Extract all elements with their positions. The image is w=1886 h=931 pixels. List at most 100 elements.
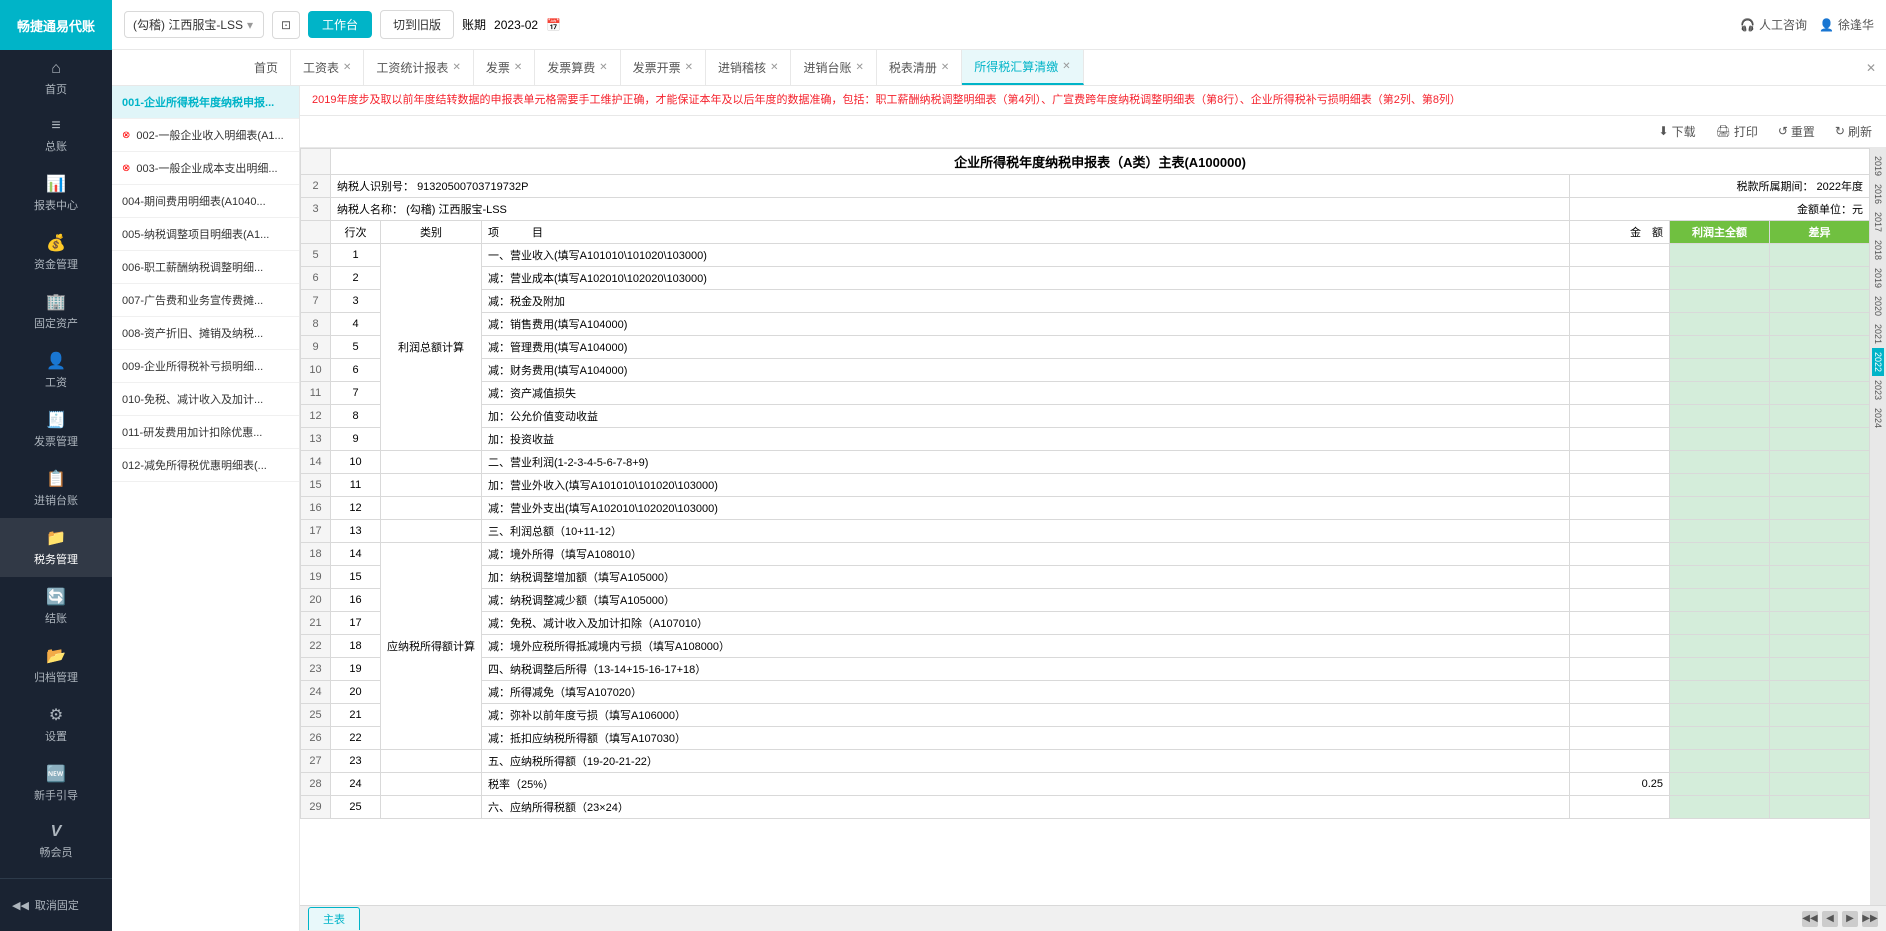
year-2016[interactable]: 2016 [1872,180,1884,208]
sidebar-item-finance[interactable]: 💰 资金管理 [0,223,112,282]
tabbar-close-all[interactable]: ✕ [1856,50,1886,85]
year-2021[interactable]: 2021 [1872,320,1884,348]
left-panel-item-002[interactable]: ⊗ 002-一般企业收入明细表(A1... [112,119,299,152]
tab-audit-close[interactable]: ✕ [770,62,778,73]
table-row: 18 14 应纳税所得额计算 减：境外所得（填写A108010） [301,542,1870,565]
calendar-icon[interactable]: 📅 [546,18,561,32]
left-panel-item-009[interactable]: 009-企业所得税补亏损明细... [112,350,299,383]
tab-payroll-close[interactable]: ✕ [343,62,351,73]
table-row: 27 23 五、应纳税所得额（19-20-21-22） [301,749,1870,772]
sidebar-item-payroll[interactable]: 👤 工资 [0,341,112,400]
sidebar-item-archive[interactable]: 📂 归档管理 [0,636,112,695]
spreadsheet-container: 企业所得税年度纳税申报表（A类）主表(A100000) 2 纳税人识别号： 91… [300,148,1886,906]
refresh-button[interactable]: ↻ 刷新 [1829,120,1878,143]
tab-invoice-open-close[interactable]: ✕ [685,62,693,73]
switch-old-button[interactable]: 切到旧版 [380,10,454,39]
sidebar-item-member[interactable]: V 畅会员 [0,813,112,870]
year-2019-top[interactable]: 2019 [1872,152,1884,180]
sidebar-item-label: 固定资产 [34,315,78,331]
left-panel-item-008[interactable]: 008-资产折旧、摊销及纳税... [112,317,299,350]
tab-purchase-ledger[interactable]: 进销台账✕ [791,50,876,85]
left-panel-item-005[interactable]: 005-纳税调整项目明细表(A1... [112,218,299,251]
tab-invoice-calc-close[interactable]: ✕ [599,62,607,73]
warning-bar: 2019年度步及取以前年度结转数据的申报表单元格需要手工维护正确，才能保证本年及… [300,86,1886,116]
table-row: 22 18 减：境外应税所得抵减境内亏损（填写A108000） [301,634,1870,657]
company-selector[interactable]: (勾稽) 江西服宝-LSS ▾ [124,11,264,38]
col-header-b: 类别 [381,220,482,243]
copy-icon: ⊡ [281,18,291,32]
left-panel-item-007[interactable]: 007-广告费和业务宣传费摊... [112,284,299,317]
year-2022[interactable]: 2022 [1872,348,1884,376]
table-row: 14 10 二、营业利润(1-2-3-4-5-6-7-8+9) [301,450,1870,473]
tab-payroll[interactable]: 工资表✕ [291,50,364,85]
left-panel-item-010[interactable]: 010-免税、减计收入及加计... [112,383,299,416]
tab-income-tax-close[interactable]: ✕ [1062,61,1070,72]
download-button[interactable]: ⬇ 下载 [1653,120,1702,143]
tab-audit[interactable]: 进销稽核✕ [706,50,791,85]
col-header-e: 利润主全额 [1670,220,1770,243]
tab-purchase-ledger-close[interactable]: ✕ [855,62,863,73]
sidebar-item-settings[interactable]: ⚙ 设置 [0,695,112,754]
left-panel-item-001[interactable]: 001-企业所得税年度纳税申报... [112,86,299,119]
tab-tax-list[interactable]: 税表清册✕ [877,50,962,85]
tab-payroll-stats[interactable]: 工资统计报表✕ [364,50,473,85]
sidebar-item-invoice[interactable]: 🧾 发票管理 [0,400,112,459]
left-panel-item-004[interactable]: 004-期间费用明细表(A1040... [112,185,299,218]
left-panel-item-006[interactable]: 006-职工薪酬纳税调整明细... [112,251,299,284]
table-row: 6 2 减：营业成本(填写A102010\102020\103000) [301,266,1870,289]
table-row: 5 1 利润总额计算 一、营业收入(填写A101010\101020\10300… [301,243,1870,266]
sidebar-item-home[interactable]: ⌂ 首页 [0,50,112,107]
user-profile-btn[interactable]: 👤 徐逢华 [1819,16,1874,33]
sidebar-item-report[interactable]: 📊 报表中心 [0,164,112,223]
tab-invoice-open[interactable]: 发票开票✕ [621,50,706,85]
home-icon: ⌂ [51,60,61,78]
scroll-right-btn[interactable]: ▶▶ [1862,911,1878,927]
year-2019[interactable]: 2019 [1872,264,1884,292]
left-panel-item-003[interactable]: ⊗ 003-一般企业成本支出明细... [112,152,299,185]
tab-invoice[interactable]: 发票✕ [474,50,535,85]
spreadsheet-scroll[interactable]: 企业所得税年度纳税申报表（A类）主表(A100000) 2 纳税人识别号： 91… [300,148,1870,906]
error-icon-003: ⊗ [122,163,130,174]
scroll-left-btn[interactable]: ◀◀ [1802,911,1818,927]
left-panel-item-012[interactable]: 012-减免所得税优惠明细表(... [112,449,299,482]
sidebar-item-tax[interactable]: 📁 税务管理 [0,518,112,577]
year-2020[interactable]: 2020 [1872,292,1884,320]
period-value: 2023-02 [494,18,538,32]
copy-icon-btn[interactable]: ⊡ [272,11,300,39]
print-icon: 🖨 [1716,124,1731,138]
sidebar-item-guide[interactable]: 🆕 新手引导 [0,754,112,813]
year-sidebar: 2019 2016 2017 2018 2019 2020 2021 2022 … [1870,148,1886,906]
left-panel-item-011[interactable]: 011-研发费用加计扣除优惠... [112,416,299,449]
tab-payroll-stats-close[interactable]: ✕ [452,62,460,73]
workstation-button[interactable]: 工作台 [308,11,372,38]
scroll-next-btn[interactable]: ▶ [1842,911,1858,927]
ai-consult-btn[interactable]: 🎧 人工咨询 [1740,16,1807,33]
sidebar-item-assets[interactable]: 🏢 固定资产 [0,282,112,341]
print-button[interactable]: 🖨 打印 [1710,120,1764,143]
tab-invoice-calc[interactable]: 发票算费✕ [535,50,620,85]
sidebar-item-close-books[interactable]: 🔄 结账 [0,577,112,636]
tab-invoice-close[interactable]: ✕ [514,62,522,73]
sidebar-item-ledger[interactable]: ≡ 总账 [0,107,112,164]
reset-button[interactable]: ↺ 重置 [1772,120,1821,143]
sidebar-item-label: 发票管理 [34,433,78,449]
year-2018[interactable]: 2018 [1872,236,1884,264]
col-header-d: 金 额 [1570,220,1670,243]
sidebar-nav: ⌂ 首页 ≡ 总账 📊 报表中心 💰 资金管理 🏢 固定资产 👤 工资 🧾 发票… [0,50,112,878]
tab-income-tax[interactable]: 所得税汇算清缴✕ [962,50,1083,85]
sidebar-item-purchase[interactable]: 📋 进销台账 [0,459,112,518]
main-area: (勾稽) 江西服宝-LSS ▾ ⊡ 工作台 切到旧版 账期 2023-02 📅 … [112,0,1886,931]
table-row: 7 3 减：税金及附加 [301,289,1870,312]
sidebar-item-label: 报表中心 [34,197,78,213]
bottom-tab-main[interactable]: 主表 [308,907,360,930]
year-2024[interactable]: 2024 [1872,404,1884,432]
scroll-prev-btn[interactable]: ◀ [1822,911,1838,927]
tab-tax-list-close[interactable]: ✕ [941,62,949,73]
table-row: 10 6 减：财务费用(填写A104000) [301,358,1870,381]
currency-label: 金额单位：元 [1797,204,1863,216]
tab-home[interactable]: 首页 [242,50,291,85]
unpin-button[interactable]: ◀◀ 取消固定 [0,889,112,921]
year-2017[interactable]: 2017 [1872,208,1884,236]
year-2023[interactable]: 2023 [1872,376,1884,404]
table-row: 8 4 减：销售费用(填写A104000) [301,312,1870,335]
